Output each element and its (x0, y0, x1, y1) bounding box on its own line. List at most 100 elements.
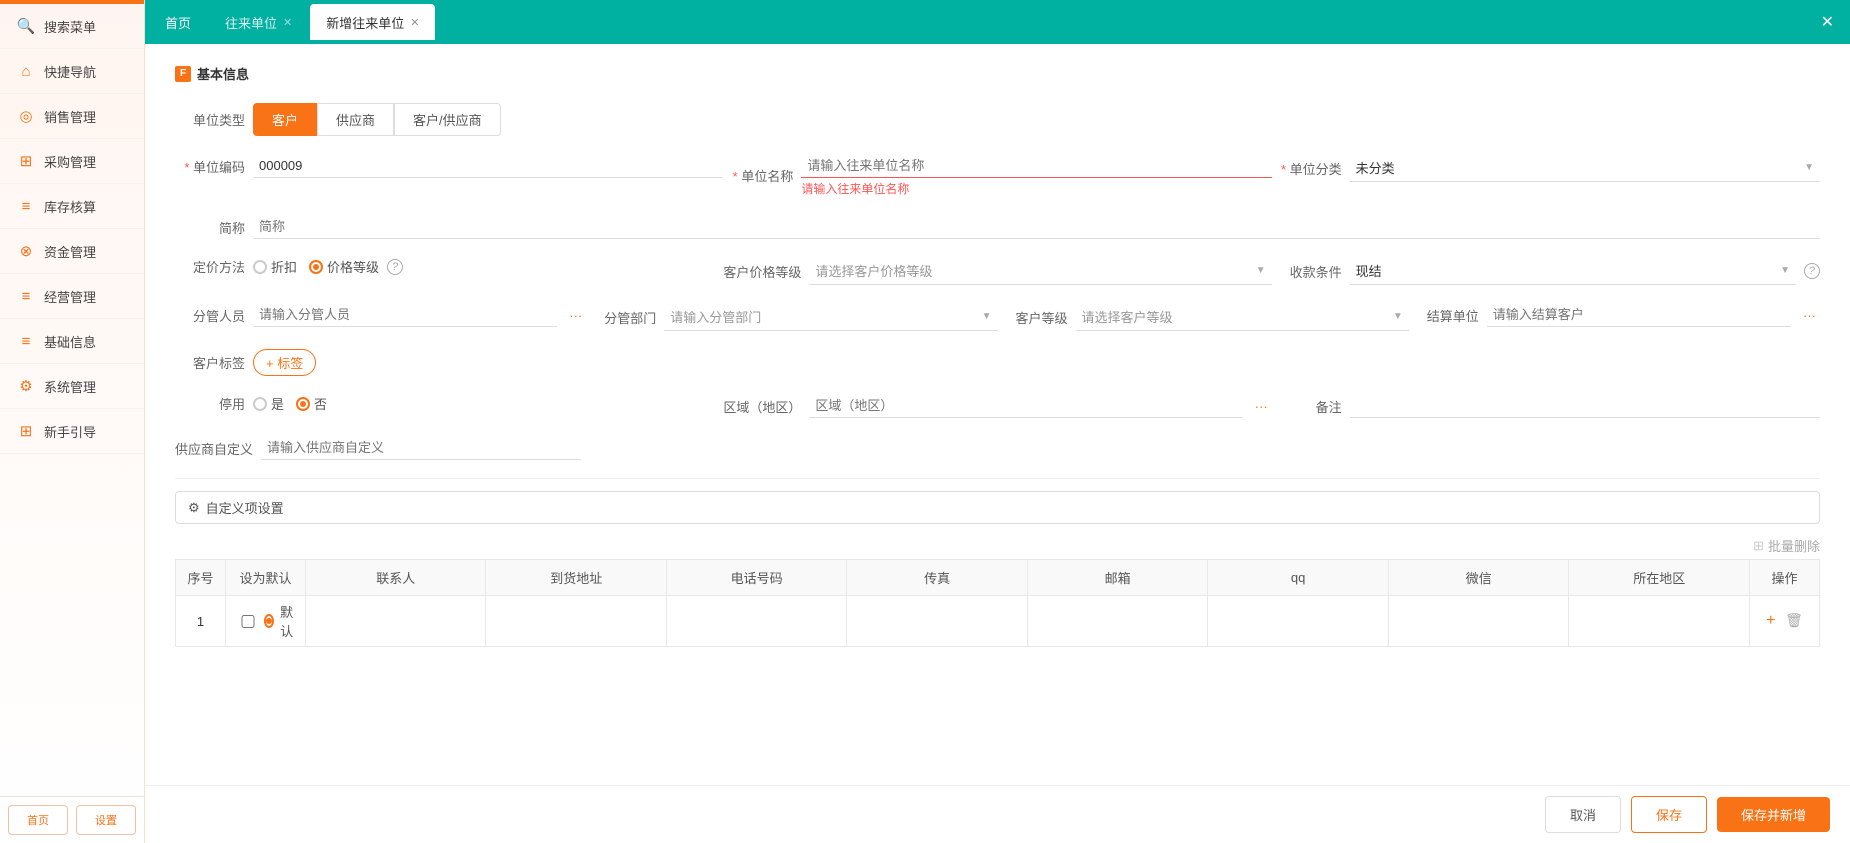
disabled-yes-radio[interactable]: 是 (253, 394, 284, 413)
unit-type-btn-group: 客户 供应商 客户/供应商 (253, 103, 501, 136)
unit-name-error-msg: 请输入往来单位名称 (801, 180, 1271, 197)
supplier-custom-input[interactable] (261, 436, 581, 460)
pricing-price-level-radio-circle (309, 260, 323, 274)
group-customer-price-level: 客户价格等级 请选择客户价格等级 ▼ (723, 257, 1271, 285)
qq-input[interactable] (1218, 614, 1378, 629)
disabled-no-radio[interactable]: 否 (296, 394, 327, 413)
sidebar-item-inventory[interactable]: ≡ 库存核算 (0, 184, 144, 229)
row-checkbox[interactable] (236, 615, 260, 628)
email-input[interactable] (1038, 614, 1197, 629)
row-default-radio[interactable]: 默认 (264, 602, 295, 640)
unit-category-value: 未分类 (1356, 158, 1395, 177)
custom-settings-btn[interactable]: ⚙ 自定义项设置 (175, 491, 1820, 524)
cancel-button[interactable]: 取消 (1545, 796, 1621, 833)
sidebar-item-basic-info[interactable]: ≡ 基础信息 (0, 319, 144, 364)
group-region: 区域（地区） ··· (723, 394, 1271, 418)
address-input[interactable] (496, 614, 655, 629)
unit-type-supplier-btn[interactable]: 供应商 (317, 103, 394, 136)
sidebar-home-btn[interactable]: 首页 (8, 805, 68, 835)
sidebar-label-purchase-mgmt: 采购管理 (44, 152, 96, 171)
dept-select[interactable]: 请输入分管部门 ▼ (664, 303, 997, 331)
add-row-btn[interactable]: + (1766, 612, 1775, 629)
customer-price-level-placeholder: 请选择客户价格等级 (815, 261, 932, 280)
section-title-text: 基本信息 (197, 64, 249, 83)
customer-price-level-select[interactable]: 请选择客户价格等级 ▼ (809, 257, 1271, 285)
tab-home-label: 首页 (165, 13, 191, 32)
disabled-yes-label: 是 (271, 394, 284, 413)
add-tag-btn[interactable]: + 标签 (253, 349, 316, 376)
sidebar-item-sales-mgmt[interactable]: ◎ 销售管理 (0, 94, 144, 139)
sidebar-item-search-menu[interactable]: 🔍 搜索菜单 (0, 4, 144, 49)
sidebar: 🔍 搜索菜单 ⌂ 快捷导航 ◎ 销售管理 ⊞ 采购管理 ≡ 库存核算 ⊗ 资金管… (0, 0, 145, 843)
district-input[interactable] (1579, 614, 1739, 629)
sidebar-item-new-guide[interactable]: ⊞ 新手引导 (0, 409, 144, 454)
abbr-input[interactable] (253, 215, 1820, 239)
unit-name-input[interactable] (801, 154, 1271, 178)
dept-label: 分管部门 (586, 308, 656, 327)
group-unit-type: 单位类型 客户 供应商 客户/供应商 (175, 103, 1820, 136)
remark-label: 备注 (1272, 397, 1342, 416)
region-label: 区域（地区） (723, 397, 801, 416)
capital-mgmt-icon: ⊗ (16, 241, 36, 261)
tab-home[interactable]: 首页 (149, 4, 207, 40)
sidebar-item-quick-nav[interactable]: ⌂ 快捷导航 (0, 49, 144, 94)
customer-level-select[interactable]: 请选择客户等级 ▼ (1076, 303, 1409, 331)
unit-code-input[interactable] (253, 154, 723, 178)
content-area: F 基本信息 单位类型 客户 供应商 客户/供应商 单位编码 单位名称 (145, 44, 1850, 785)
unit-type-both-btn[interactable]: 客户/供应商 (394, 103, 501, 136)
pricing-radio-group: 折扣 价格等级 (253, 257, 379, 276)
save-button[interactable]: 保存 (1631, 796, 1707, 833)
fax-input[interactable] (857, 614, 1016, 629)
row-customer-tag: 客户标签 + 标签 (175, 349, 1820, 376)
remark-input[interactable] (1350, 394, 1820, 418)
sidebar-settings-btn[interactable]: 设置 (76, 805, 136, 835)
tab-new-partner-close-icon[interactable]: ✕ (410, 16, 419, 29)
customer-level-chevron-icon: ▼ (1393, 311, 1403, 322)
cell-fax (847, 596, 1027, 647)
sidebar-label-inventory: 库存核算 (44, 197, 96, 216)
sidebar-item-sys-mgmt[interactable]: ⚙ 系统管理 (0, 364, 144, 409)
abbr-label: 简称 (175, 218, 245, 237)
group-payment-terms: 收款条件 现结 ▼ ? (1272, 257, 1820, 285)
unit-category-select[interactable]: 未分类 ▼ (1350, 154, 1820, 182)
pricing-price-level-radio[interactable]: 价格等级 (309, 257, 379, 276)
col-district: 所在地区 (1569, 560, 1750, 596)
sidebar-item-capital-mgmt[interactable]: ⊗ 资金管理 (0, 229, 144, 274)
new-guide-icon: ⊞ (16, 421, 36, 441)
tab-new-partner[interactable]: 新增往来单位 ✕ (310, 4, 435, 40)
phone-input[interactable] (677, 614, 836, 629)
group-settlement-unit: 结算单位 ··· (1409, 303, 1820, 327)
tab-partner-close-icon[interactable]: ✕ (283, 16, 292, 29)
contact-input[interactable] (316, 614, 475, 629)
wechat-input[interactable] (1399, 614, 1558, 629)
del-row-btn[interactable]: 🗑 (1785, 612, 1803, 628)
basic-info-icon: ≡ (16, 331, 36, 351)
settlement-unit-more-icon[interactable]: ··· (1799, 308, 1820, 323)
region-more-icon[interactable]: ··· (1251, 399, 1272, 414)
payment-terms-select[interactable]: 现结 ▼ (1350, 257, 1796, 285)
pricing-method-help-icon[interactable]: ? (387, 259, 403, 275)
manager-input[interactable] (253, 303, 557, 327)
search-menu-icon: 🔍 (16, 16, 36, 36)
sales-mgmt-icon: ◎ (16, 106, 36, 126)
sidebar-item-purchase-mgmt[interactable]: ⊞ 采购管理 (0, 139, 144, 184)
row-default-radio-circle (264, 614, 274, 628)
tabs-bar: 首页 往来单位 ✕ 新增往来单位 ✕ ✕ (145, 0, 1850, 44)
payment-terms-help-icon[interactable]: ? (1804, 263, 1820, 279)
region-input[interactable] (809, 394, 1242, 418)
col-phone: 电话号码 (666, 560, 846, 596)
tabs-close-all-icon[interactable]: ✕ (1809, 8, 1846, 36)
tab-partner[interactable]: 往来单位 ✕ (209, 4, 308, 40)
pricing-discount-radio-circle (253, 260, 267, 274)
unit-type-customer-btn[interactable]: 客户 (253, 103, 317, 136)
save-new-button[interactable]: 保存并新增 (1717, 797, 1830, 832)
manager-more-icon[interactable]: ··· (565, 308, 586, 323)
col-contact: 联系人 (306, 560, 486, 596)
bulk-delete-label[interactable]: 批量删除 (1768, 536, 1820, 555)
purchase-mgmt-icon: ⊞ (16, 151, 36, 171)
pricing-discount-radio[interactable]: 折扣 (253, 257, 297, 276)
group-unit-name: 单位名称 请输入往来单位名称 (723, 154, 1271, 197)
cell-address (486, 596, 666, 647)
sidebar-item-ops-mgmt[interactable]: ≡ 经营管理 (0, 274, 144, 319)
settlement-unit-input[interactable] (1487, 303, 1791, 327)
